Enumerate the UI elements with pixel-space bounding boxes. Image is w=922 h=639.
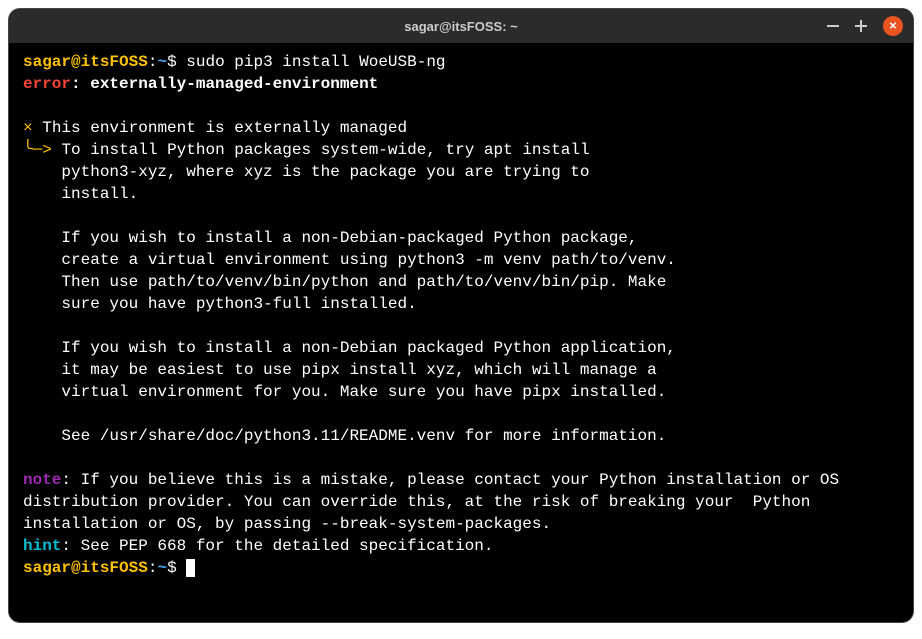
error-header: This environment is externally managed: [42, 119, 407, 137]
output-line: python3-xyz, where xyz is the package yo…: [23, 163, 590, 181]
terminal-window: sagar@itsFOSS: ~ ✕ sagar@itsFOSS:~$ sudo…: [8, 8, 914, 623]
output-line: create a virtual environment using pytho…: [23, 251, 676, 269]
error-colon: :: [71, 75, 90, 93]
prompt-at: @: [71, 559, 81, 577]
output-line: Then use path/to/venv/bin/python and pat…: [23, 273, 666, 291]
titlebar: sagar@itsFOSS: ~ ✕: [9, 9, 913, 43]
output-line: If you wish to install a non-Debian-pack…: [23, 229, 638, 247]
prompt-user: sagar: [23, 53, 71, 71]
output-line: virtual environment for you. Make sure y…: [23, 383, 666, 401]
close-button[interactable]: ✕: [883, 16, 903, 36]
note-text: : If you believe this is a mistake, plea…: [23, 471, 849, 533]
window-title: sagar@itsFOSS: ~: [404, 19, 517, 34]
prompt-colon: :: [148, 559, 158, 577]
minimize-button[interactable]: [827, 25, 839, 27]
marker-arrow-icon: ╰─>: [23, 141, 52, 159]
output-line: it may be easiest to use pipx install xy…: [23, 361, 657, 379]
terminal-body[interactable]: sagar@itsFOSS:~$ sudo pip3 install WoeUS…: [9, 43, 913, 587]
output-line: sure you have python3-full installed.: [23, 295, 417, 313]
hint-label: hint: [23, 537, 61, 555]
prompt-user: sagar: [23, 559, 71, 577]
output-line: See /usr/share/doc/python3.11/README.ven…: [23, 427, 666, 445]
prompt-dollar: $: [167, 559, 177, 577]
cursor: [186, 559, 195, 577]
output-line: If you wish to install a non-Debian pack…: [23, 339, 676, 357]
hint-text: : See PEP 668 for the detailed specifica…: [61, 537, 493, 555]
prompt-at: @: [71, 53, 81, 71]
prompt-host: itsFOSS: [81, 559, 148, 577]
maximize-icon: [855, 20, 867, 32]
prompt-colon: :: [148, 53, 158, 71]
prompt-path: ~: [157, 53, 167, 71]
prompt-host: itsFOSS: [81, 53, 148, 71]
output-line: install.: [23, 185, 138, 203]
close-icon: ✕: [889, 20, 896, 32]
minimize-icon: [827, 25, 839, 27]
maximize-button[interactable]: [855, 20, 867, 32]
prompt-path: ~: [157, 559, 167, 577]
error-message: externally-managed-environment: [90, 75, 378, 93]
marker-x-icon: ×: [23, 119, 33, 137]
note-label: note: [23, 471, 61, 489]
output-line: To install Python packages system-wide, …: [61, 141, 589, 159]
prompt-dollar: $: [167, 53, 177, 71]
titlebar-controls: ✕: [827, 16, 903, 36]
command-text: sudo pip3 install WoeUSB-ng: [186, 53, 445, 71]
error-label: error: [23, 75, 71, 93]
